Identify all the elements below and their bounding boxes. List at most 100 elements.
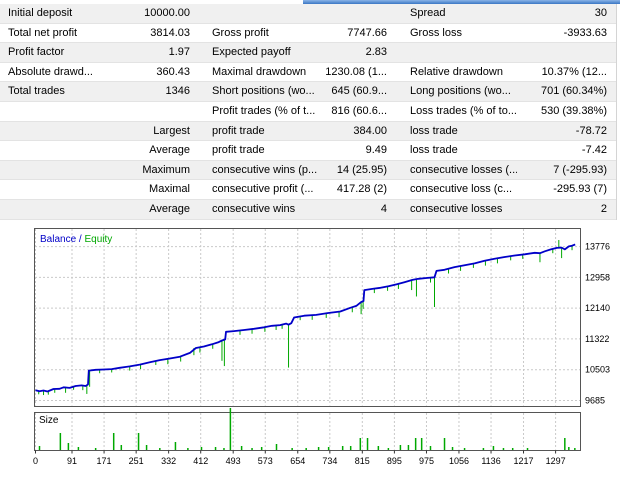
x-axis-tick-label: 1136 (481, 456, 500, 466)
table-cell: 2.83 (365, 46, 387, 59)
table-cell: Spread (410, 7, 446, 19)
table-cell: 1346 (165, 85, 190, 98)
y-axis-tick-label: 10503 (585, 365, 610, 375)
table-cell (0, 141, 130, 160)
table-cell: 10.37% (12... (541, 65, 607, 78)
table-cell: Average (149, 144, 190, 157)
y-axis-tick-label: 12958 (585, 272, 610, 282)
table-cell: 3814.03 (150, 26, 190, 39)
table-cell: Largest (153, 124, 190, 137)
x-axis-tick-label: 171 (97, 456, 112, 466)
table-cell: 816 (60.6... (331, 104, 387, 117)
x-axis-tick-label: 493 (226, 456, 241, 466)
table-cell: -7.42 (581, 144, 607, 157)
x-axis-tick-label: 975 (419, 456, 434, 466)
table-cell: loss trade (410, 144, 458, 157)
table-cell: Loss trades (% of to... (410, 104, 517, 117)
table-cell: Profit trades (% of t... (212, 104, 316, 117)
table-cell (387, 43, 517, 62)
table-cell: profit trade (212, 124, 265, 137)
table-cell: 1.97 (168, 46, 190, 59)
table-cell: Absolute drawd... (8, 65, 93, 78)
table-row[interactable]: Profit factor 1.97 Expected payoff 2.83 (0, 43, 616, 63)
legend-balance-label: Balance (40, 234, 77, 245)
table-row[interactable]: Total trades 1346 Short positions (wo... 64… (0, 82, 616, 102)
x-axis-tick-label: 815 (355, 456, 370, 466)
table-cell: 10000.00 (144, 7, 190, 19)
table-cell (0, 122, 130, 141)
table-cell: Maximum (142, 163, 190, 176)
table-cell: Initial deposit (8, 7, 73, 19)
x-axis-tick-label: 734 (322, 456, 337, 466)
table-cell: consecutive losses (... (410, 163, 517, 176)
x-axis-tick-label: 654 (290, 456, 305, 466)
table-cell: Total trades (8, 85, 65, 98)
table-row[interactable]: Maximal consecutive profit (... 417.28 (2)… (0, 180, 616, 200)
table-cell: consecutive profit (... (212, 183, 314, 196)
table-cell: -295.93 (7) (553, 183, 607, 196)
table-row[interactable]: Profit trades (% of t... 816 (60.6... Loss… (0, 101, 616, 122)
table-cell: Long positions (wo... (410, 85, 511, 98)
x-axis-labels: 0 91 171 251 332 412 493 573 654 734 815 895 975 1056… (33, 456, 566, 466)
table-cell: consecutive loss (c... (410, 183, 513, 196)
table-cell: 530 (39.38%) (540, 104, 607, 117)
table-cell (517, 43, 617, 62)
equity-spikes (38, 240, 573, 396)
table-cell: Maximal drawdown (212, 65, 307, 78)
x-axis-tick-label: 1217 (514, 456, 534, 466)
x-axis-tick-label: 251 (129, 456, 144, 466)
table-cell: 9.49 (365, 144, 387, 157)
x-axis-tick-label: 332 (161, 456, 176, 466)
table-cell: Gross loss (410, 26, 462, 39)
table-cell (0, 200, 130, 219)
chart1-gridlines (35, 229, 580, 406)
table-cell: Profit factor (8, 46, 65, 59)
table-cell (0, 161, 130, 180)
table-cell: 7747.66 (347, 26, 387, 39)
legend-equity-label: Equity (84, 234, 113, 245)
table-cell: -3933.63 (563, 26, 607, 39)
table-cell: 14 (25.95) (336, 163, 387, 176)
table-row[interactable]: Absolute drawd... 360.43 Maximal drawdown 1… (0, 62, 616, 83)
x-axis-tick-label: 1297 (546, 456, 566, 466)
y-axis-labels: 13776 12958 12140 11322 10503 9685 (585, 242, 610, 406)
table-cell: 4 (380, 202, 387, 215)
x-axis-tick-label: 412 (193, 456, 208, 466)
y-axis-tick-label: 12140 (585, 303, 610, 313)
table-row[interactable]: Largest profit trade 384.00 loss trade -78.7… (0, 121, 616, 142)
x-axis-tick-label: 1056 (449, 456, 469, 466)
chart2-border (34, 412, 581, 451)
table-cell (190, 4, 320, 23)
table-cell: Relative drawdown (410, 65, 503, 78)
table-row[interactable]: Initial deposit 10000.00 Spread 30 (0, 4, 616, 24)
table-cell: consecutive wins (212, 202, 296, 215)
table-cell: Average (149, 202, 190, 215)
size-chart-title: Size (39, 415, 59, 426)
table-cell: 360.43 (156, 65, 190, 78)
table-row[interactable]: Total net profit 3814.03 Gross profit 7747.… (0, 23, 616, 44)
chart1-border (34, 228, 581, 407)
y-axis-tick-label: 11322 (585, 334, 609, 344)
table-row[interactable]: Maximum consecutive wins (p... 14 (25.95) c… (0, 160, 616, 181)
table-cell: 1230.08 (1... (325, 65, 387, 78)
table-cell: Total net profit (8, 26, 78, 39)
table-cell: 645 (60.9... (331, 85, 387, 98)
size-bars (38, 408, 576, 450)
balance-equity-chart: 13776 12958 12140 11322 10503 9685 (34, 228, 610, 407)
table-cell: loss trade (410, 124, 458, 137)
table-cell: 701 (60.34%) (540, 85, 607, 98)
table-row[interactable]: Average consecutive wins 4 consecutive loss… (0, 199, 616, 220)
table-row[interactable]: Average profit trade 9.49 loss trade -7.42 (0, 141, 616, 161)
size-chart: 0 91 171 251 332 412 493 573 654 734 815 895 975 1056… (33, 408, 581, 466)
y-axis-tick-label: 9685 (585, 396, 605, 406)
table-cell: 7 (-295.93) (553, 163, 607, 176)
table-cell: -78.72 (575, 124, 607, 137)
table-cell: 30 (594, 7, 607, 19)
table-cell: Short positions (wo... (212, 85, 315, 98)
results-table-rows: Initial deposit 10000.00 Spread 30 Total net… (0, 4, 616, 220)
table-cell: 2 (600, 202, 607, 215)
table-cell (0, 102, 130, 121)
table-cell (130, 102, 190, 121)
table-cell: consecutive wins (p... (212, 163, 318, 176)
x-axis-tick-label: 895 (387, 456, 402, 466)
